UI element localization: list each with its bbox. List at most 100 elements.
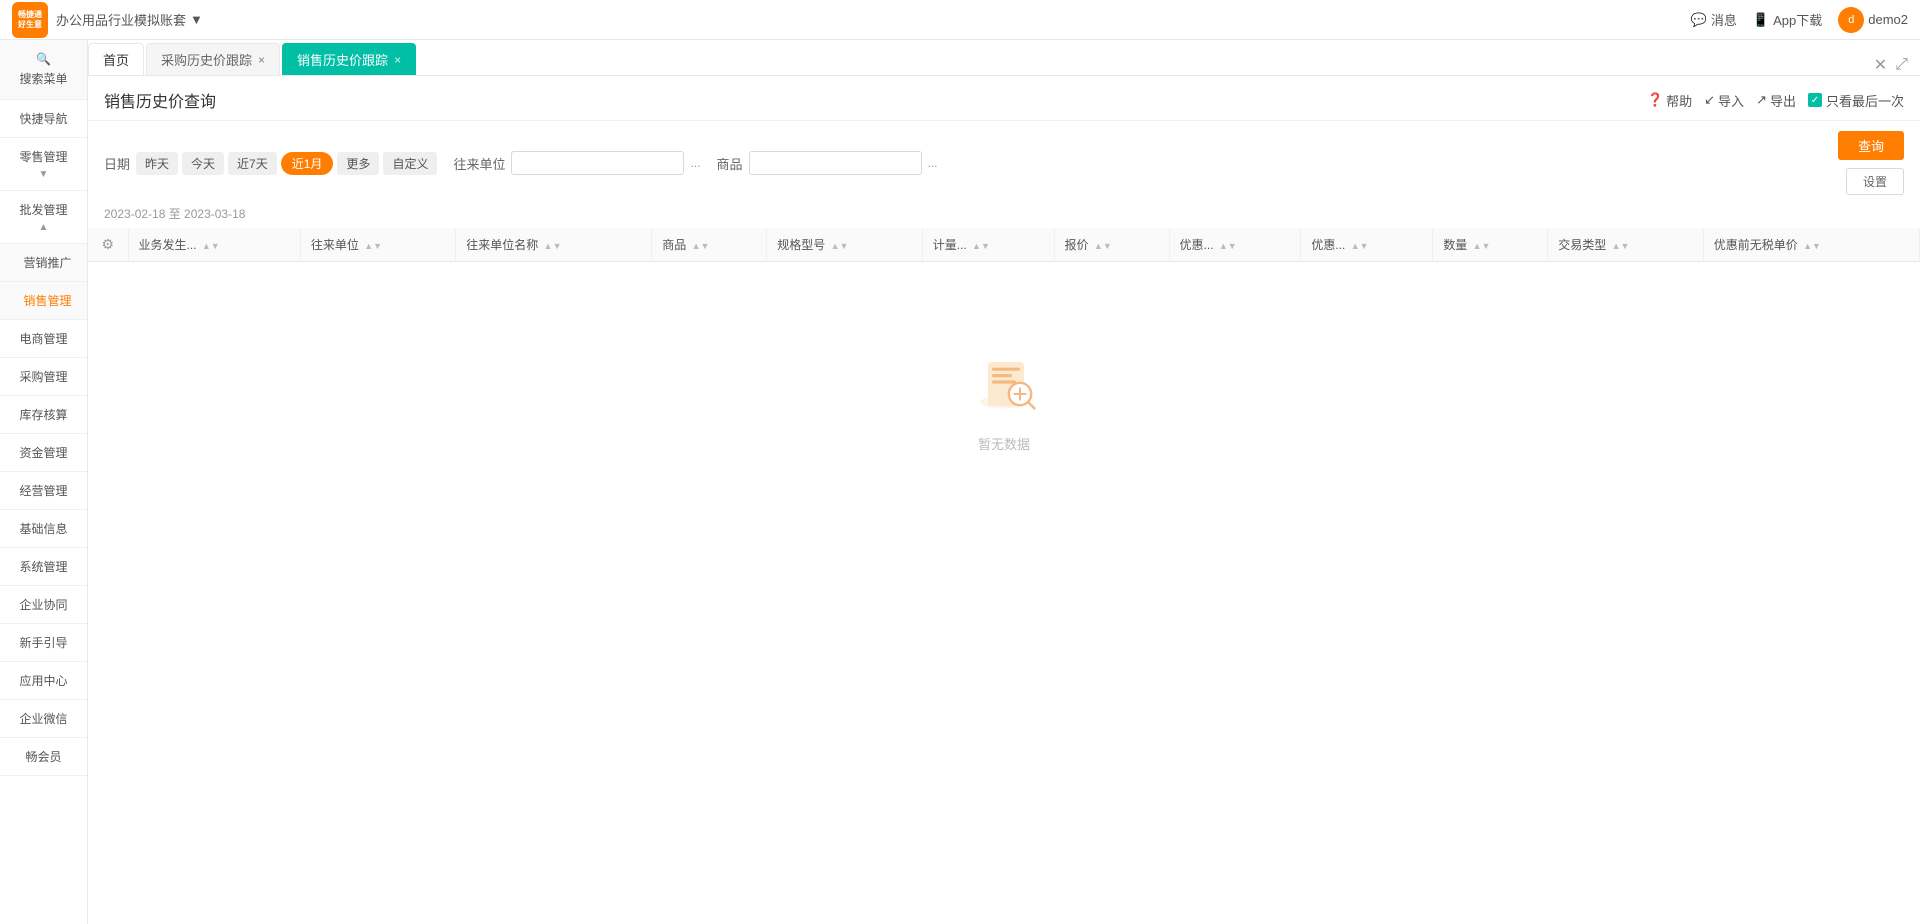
sidebar: 🔍 搜索菜单 快捷导航 零售管理 ▼ 批发管理 ▲ 营销推广 销售管理 电商管理… <box>0 40 88 924</box>
tab-purchase-history[interactable]: 采购历史价跟踪 × <box>146 43 280 75</box>
settings-button[interactable]: 设置 <box>1846 168 1904 195</box>
sort-icon-12: ▲▼ <box>1803 241 1821 251</box>
tab-close-all-icon[interactable]: ✕ <box>1874 55 1887 75</box>
sidebar-item-members[interactable]: 畅会员 <box>0 738 87 776</box>
page-container: 销售历史价查询 ❓ 帮助 ↙ 导入 ↗ 导出 <box>88 76 1920 924</box>
sidebar-search-label: 搜索菜单 <box>19 70 67 87</box>
date-buttons: 昨天 今天 近7天 近1月 更多 自定义 <box>136 152 437 175</box>
sidebar-item-basic-info[interactable]: 基础信息 <box>0 510 87 548</box>
sidebar-item-system[interactable]: 系统管理 <box>0 548 87 586</box>
table-col-unit[interactable]: 计量... ▲▼ <box>922 228 1054 262</box>
table-col-pretax-price[interactable]: 优惠前无税单价 ▲▼ <box>1703 228 1919 262</box>
help-icon: ❓ <box>1647 92 1663 108</box>
sidebar-item-guide[interactable]: 新手引导 <box>0 624 87 662</box>
sidebar-item-operations[interactable]: 经营管理 <box>0 472 87 510</box>
sidebar-item-app-center[interactable]: 应用中心 <box>0 662 87 700</box>
table-col-discount2[interactable]: 优惠... ▲▼ <box>1301 228 1433 262</box>
help-btn[interactable]: ❓ 帮助 <box>1647 91 1692 110</box>
col-unit-label: 计量... <box>933 238 967 252</box>
tab-sales-history[interactable]: 销售历史价跟踪 × <box>282 43 416 75</box>
table-col-counterpart-name[interactable]: 往来单位名称 ▲▼ <box>456 228 652 262</box>
page-header-actions: ❓ 帮助 ↙ 导入 ↗ 导出 只看最后一次 <box>1647 91 1904 110</box>
sort-icon-3: ▲▼ <box>544 241 562 251</box>
sidebar-item-search[interactable]: 🔍 搜索菜单 <box>0 40 87 100</box>
empty-state-text: 暂无数据 <box>978 434 1030 453</box>
tab-purchase-label: 采购历史价跟踪 <box>161 50 252 69</box>
retail-expand-icon: ▼ <box>39 169 49 180</box>
top-bar-left: 畅捷通好生意 办公用品行业模拟账套 ▼ <box>12 2 203 38</box>
right-panel: 首页 采购历史价跟踪 × 销售历史价跟踪 × ✕ ⤢ 销售历史价查询 <box>88 40 1920 924</box>
sort-icon-1: ▲▼ <box>202 241 220 251</box>
query-button[interactable]: 查询 <box>1838 131 1904 160</box>
sidebar-item-enterprise-wechat[interactable]: 企业微信 <box>0 700 87 738</box>
table-col-goods[interactable]: 商品 ▲▼ <box>652 228 767 262</box>
table-col-spec[interactable]: 规格型号 ▲▼ <box>767 228 922 262</box>
only-last-label: 只看最后一次 <box>1826 91 1904 110</box>
table-col-settings[interactable]: ⚙ <box>88 228 128 262</box>
sidebar-item-enterprise-collab[interactable]: 企业协同 <box>0 586 87 624</box>
message-btn[interactable]: 💬 消息 <box>1691 10 1737 29</box>
sidebar-item-retail[interactable]: 零售管理 ▼ <box>0 138 87 191</box>
date-btn-more[interactable]: 更多 <box>337 152 379 175</box>
date-btn-custom[interactable]: 自定义 <box>383 152 437 175</box>
sidebar-item-inventory[interactable]: 库存核算 <box>0 396 87 434</box>
goods-input[interactable] <box>749 151 922 175</box>
table-col-discount1[interactable]: 优惠... ▲▼ <box>1169 228 1301 262</box>
sidebar-guide-label: 新手引导 <box>19 634 67 651</box>
sidebar-item-shortcuts[interactable]: 快捷导航 <box>0 100 87 138</box>
sidebar-item-marketing[interactable]: 营销推广 <box>0 244 87 282</box>
wholesale-expand-icon: ▲ <box>39 222 49 233</box>
table-col-business-date[interactable]: 业务发生... ▲▼ <box>128 228 300 262</box>
table-col-quantity[interactable]: 数量 ▲▼ <box>1433 228 1548 262</box>
checkbox-check-icon <box>1808 93 1822 107</box>
date-btn-yesterday[interactable]: 昨天 <box>136 152 178 175</box>
top-bar: 畅捷通好生意 办公用品行业模拟账套 ▼ 💬 消息 📱 App下载 d demo2 <box>0 0 1920 40</box>
date-range-text: 2023-02-18 至 2023-03-18 <box>104 207 245 221</box>
main-layout: 🔍 搜索菜单 快捷导航 零售管理 ▼ 批发管理 ▲ 营销推广 销售管理 电商管理… <box>0 40 1920 924</box>
table-col-counterpart[interactable]: 往来单位 ▲▼ <box>300 228 455 262</box>
help-label: 帮助 <box>1666 91 1692 110</box>
source-unit-input[interactable] <box>511 151 684 175</box>
sidebar-retail-label: 零售管理 <box>19 148 67 165</box>
tab-home[interactable]: 首页 <box>88 43 144 75</box>
goods-dots[interactable]: ... <box>928 156 938 170</box>
sidebar-item-ecommerce[interactable]: 电商管理 <box>0 320 87 358</box>
sidebar-item-sales[interactable]: 销售管理 <box>0 282 87 320</box>
import-icon: ↙ <box>1704 92 1715 108</box>
user-menu[interactable]: d demo2 <box>1838 7 1908 33</box>
import-btn[interactable]: ↙ 导入 <box>1704 91 1744 110</box>
date-btn-7days[interactable]: 近7天 <box>228 152 277 175</box>
tab-maximize-icon[interactable]: ⤢ <box>1895 56 1908 74</box>
sort-icon-11: ▲▼ <box>1612 241 1630 251</box>
col-business-date-label: 业务发生... <box>139 238 197 252</box>
only-last-checkbox[interactable]: 只看最后一次 <box>1808 91 1904 110</box>
sidebar-item-purchase[interactable]: 采购管理 <box>0 358 87 396</box>
table-col-trade-type[interactable]: 交易类型 ▲▼ <box>1548 228 1703 262</box>
source-unit-dots[interactable]: ... <box>690 156 700 170</box>
sort-icon-10: ▲▼ <box>1473 241 1491 251</box>
sidebar-appcenter-label: 应用中心 <box>19 672 67 689</box>
export-btn[interactable]: ↗ 导出 <box>1756 91 1796 110</box>
import-label: 导入 <box>1718 91 1744 110</box>
table-col-quoted-price[interactable]: 报价 ▲▼ <box>1054 228 1169 262</box>
sidebar-collab-label: 企业协同 <box>19 596 67 613</box>
sidebar-item-wholesale[interactable]: 批发管理 ▲ <box>0 191 87 244</box>
col-quantity-label: 数量 <box>1443 238 1467 252</box>
app-title[interactable]: 办公用品行业模拟账套 ▼ <box>56 10 203 29</box>
sort-icon-2: ▲▼ <box>364 241 382 251</box>
download-icon: 📱 <box>1753 12 1769 28</box>
app-download-label: App下载 <box>1773 10 1822 29</box>
sidebar-sales-label: 销售管理 <box>23 292 71 309</box>
sidebar-item-finance[interactable]: 资金管理 <box>0 434 87 472</box>
date-btn-today[interactable]: 今天 <box>182 152 224 175</box>
table-settings-icon[interactable]: ⚙ <box>101 236 114 252</box>
tab-purchase-close-icon[interactable]: × <box>258 53 265 67</box>
goods-label: 商品 <box>716 154 742 173</box>
col-discount1-label: 优惠... <box>1180 238 1214 252</box>
app-download-btn[interactable]: 📱 App下载 <box>1753 10 1822 29</box>
sort-icon-4: ▲▼ <box>692 241 710 251</box>
date-filter-group: 日期 昨天 今天 近7天 近1月 更多 自定义 <box>104 152 437 175</box>
tab-sales-close-icon[interactable]: × <box>394 53 401 67</box>
date-btn-1month[interactable]: 近1月 <box>281 152 334 175</box>
sidebar-basicinfo-label: 基础信息 <box>19 520 67 537</box>
